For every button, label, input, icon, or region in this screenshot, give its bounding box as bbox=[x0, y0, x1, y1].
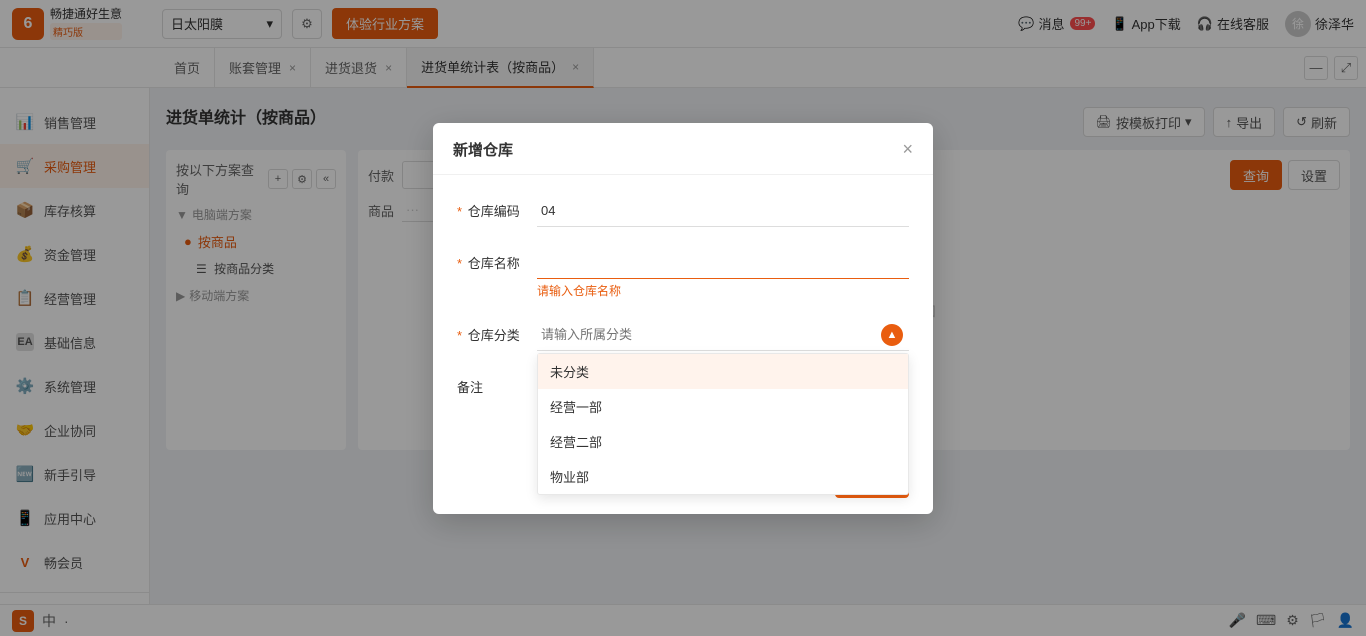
name-label: * 仓库名称 bbox=[457, 247, 537, 272]
category-dropdown-list: 未分类 经营一部 经营二部 物业部 bbox=[537, 353, 909, 495]
name-input[interactable] bbox=[537, 247, 909, 279]
code-input[interactable] bbox=[537, 195, 909, 227]
code-label: * 仓库编码 bbox=[457, 195, 537, 220]
modal-dialog: 新增仓库 × * 仓库编码 * 仓库名称 bbox=[433, 123, 933, 514]
dropdown-option-dept1[interactable]: 经营一部 bbox=[538, 389, 908, 424]
code-field bbox=[537, 195, 909, 227]
name-error-msg: 请输入仓库名称 bbox=[537, 282, 909, 299]
category-label: * 仓库分类 bbox=[457, 319, 537, 344]
modal-close-button[interactable]: × bbox=[902, 140, 913, 158]
category-dropdown-arrow[interactable]: ▲ bbox=[881, 324, 903, 346]
note-label: 备注 bbox=[457, 371, 537, 396]
category-select-wrapper: ▲ bbox=[537, 319, 909, 351]
dropdown-option-uncategorized[interactable]: 未分类 bbox=[538, 354, 908, 389]
modal-body: * 仓库编码 * 仓库名称 请输入仓库名称 bbox=[433, 175, 933, 453]
modal-title: 新增仓库 bbox=[453, 139, 513, 160]
form-row-name: * 仓库名称 请输入仓库名称 bbox=[457, 247, 909, 299]
modal-overlay[interactable]: 新增仓库 × * 仓库编码 * 仓库名称 bbox=[0, 0, 1366, 636]
dropdown-option-dept2[interactable]: 经营二部 bbox=[538, 424, 908, 459]
name-field: 请输入仓库名称 bbox=[537, 247, 909, 299]
category-select-input[interactable] bbox=[537, 319, 909, 351]
form-row-category: * 仓库分类 ▲ 未分类 经营一部 经营二部 物业部 bbox=[457, 319, 909, 351]
modal-header: 新增仓库 × bbox=[433, 123, 933, 175]
form-row-code: * 仓库编码 bbox=[457, 195, 909, 227]
category-field: ▲ 未分类 经营一部 经营二部 物业部 bbox=[537, 319, 909, 351]
dropdown-option-property[interactable]: 物业部 bbox=[538, 459, 908, 494]
